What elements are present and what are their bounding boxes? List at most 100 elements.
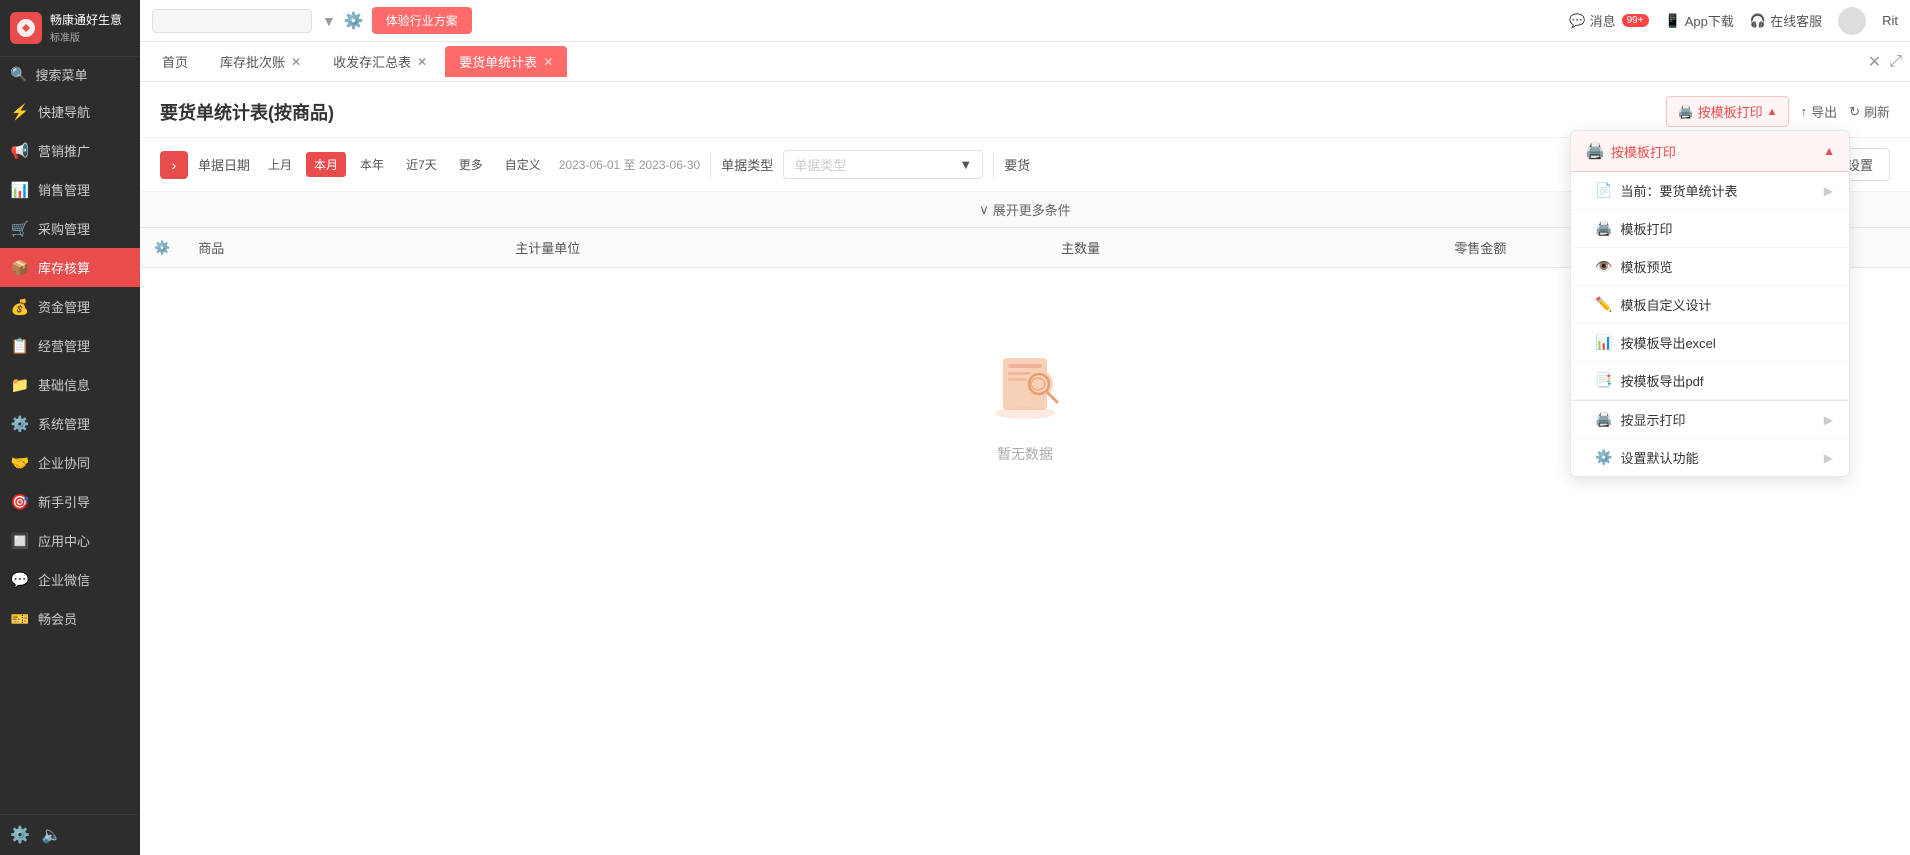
tab-home-label: 首页 — [162, 52, 188, 71]
set-default-chevron-icon: ▶ — [1824, 451, 1833, 465]
date-btn-7days[interactable]: 近7天 — [398, 152, 445, 177]
date-btn-more[interactable]: 更多 — [451, 152, 491, 177]
sidebar-search-label: 搜索菜单 — [35, 65, 87, 84]
sidebar-search[interactable]: 🔍 搜索菜单 — [0, 57, 140, 92]
dropdown-export-excel[interactable]: 📊 按模板导出excel — [1571, 324, 1849, 362]
enterprise-icon: 🤝 — [10, 454, 30, 472]
sidebar-item-system[interactable]: ⚙️ 系统管理 — [0, 404, 140, 443]
sidebar-nav: ⚡ 快捷导航 📢 营销推广 📊 销售管理 🛒 采购管理 📦 库存核算 💰 资金管… — [0, 92, 140, 814]
refresh-btn[interactable]: ↻ 刷新 — [1849, 102, 1890, 121]
sidebar-item-label: 系统管理 — [38, 414, 90, 433]
sidebar-item-guide[interactable]: 🎯 新手引导 — [0, 482, 140, 521]
tab-inventory-batch-close[interactable]: ✕ — [291, 55, 301, 69]
user-avatar[interactable] — [1838, 7, 1866, 35]
template-print-btn[interactable]: 🖨️ 按模板打印 ▲ — [1666, 96, 1788, 127]
dropdown-template-design[interactable]: ✏️ 模板自定义设计 — [1571, 286, 1849, 324]
date-btn-this-year[interactable]: 本年 — [352, 152, 392, 177]
system-icon: ⚙️ — [10, 415, 30, 433]
date-btn-custom[interactable]: 自定义 — [497, 152, 549, 177]
dropdown-display-print[interactable]: 🖨️ 按显示打印 ▶ — [1571, 401, 1849, 439]
date-group: 上月 本月 本年 近7天 更多 自定义 2023-06-01 至 2023-06… — [260, 152, 700, 177]
print-dropdown-title: 按模板打印 — [1611, 142, 1676, 161]
yaohuodan-label: 要货 — [1004, 155, 1030, 174]
sidebar-item-purchase[interactable]: 🛒 采购管理 — [0, 209, 140, 248]
sidebar-item-label: 采购管理 — [38, 219, 90, 238]
message-item[interactable]: 💬 消息 99+ — [1569, 11, 1648, 30]
settings-bottom-icon[interactable]: ⚙️ — [10, 825, 30, 845]
sidebar: 畅康通好生意 标准版 🔍 搜索菜单 ⚡ 快捷导航 📢 营销推广 📊 销售管理 🛒… — [0, 0, 140, 855]
col-settings-icon[interactable]: ⚙️ — [154, 240, 170, 255]
app-version: 标准版 — [50, 29, 122, 44]
sound-bottom-icon[interactable]: 🔈 — [42, 825, 62, 845]
sidebar-item-label: 快捷导航 — [38, 102, 90, 121]
topbar-search-input[interactable] — [152, 9, 312, 33]
template-design-label: 模板自定义设计 — [1620, 295, 1711, 314]
sidebar-logo: 畅康通好生意 标准版 — [0, 0, 140, 57]
sidebar-item-operations[interactable]: 📋 经营管理 — [0, 326, 140, 365]
maximize-icon[interactable]: ⤢ — [1889, 53, 1902, 71]
online-service-item[interactable]: 🎧 在线客服 — [1750, 11, 1822, 30]
date-btn-prev-month[interactable]: 上月 — [260, 152, 300, 177]
date-btn-this-month[interactable]: 本月 — [306, 152, 346, 177]
tab-receipt-summary[interactable]: 收发存汇总表 ✕ — [319, 46, 441, 77]
sidebar-item-label: 应用中心 — [38, 531, 90, 550]
quick-nav-icon: ⚡ — [10, 103, 30, 121]
chevron-right-icon: › — [172, 157, 177, 173]
page-title: 要货单统计表(按商品) — [160, 99, 334, 125]
divider2 — [993, 153, 994, 177]
sidebar-item-enterprise[interactable]: 🤝 企业协同 — [0, 443, 140, 482]
export-label: 导出 — [1811, 102, 1837, 121]
member-icon: 🎫 — [10, 610, 30, 628]
th-settings: ⚙️ — [140, 228, 184, 268]
trial-btn[interactable]: 体验行业方案 — [372, 7, 472, 34]
th-unit: 主计量单位 — [501, 228, 1047, 268]
sidebar-item-inventory[interactable]: 📦 库存核算 — [0, 248, 140, 287]
sidebar-item-wechat[interactable]: 💬 企业微信 — [0, 560, 140, 599]
sidebar-item-quick-nav[interactable]: ⚡ 快捷导航 — [0, 92, 140, 131]
topbar: ▼ ⚙️ 体验行业方案 💬 消息 99+ 📱 App下载 🎧 在线客服 Rit — [140, 0, 1910, 42]
marketing-icon: 📢 — [10, 142, 30, 160]
sidebar-item-sales[interactable]: 📊 销售管理 — [0, 170, 140, 209]
export-pdf-label: 按模板导出pdf — [1620, 371, 1703, 390]
dropdown-set-default[interactable]: ⚙️ 设置默认功能 ▶ — [1571, 439, 1849, 476]
sidebar-item-member[interactable]: 🎫 畅会员 — [0, 599, 140, 638]
tab-order-stats[interactable]: 要货单统计表 ✕ — [445, 46, 567, 77]
close-window-icon[interactable]: ✕ — [1868, 52, 1881, 72]
refresh-icon: ↻ — [1849, 104, 1860, 120]
print-dropdown-header[interactable]: 🖨️ 按模板打印 ▲ — [1571, 131, 1849, 172]
dropdown-export-pdf[interactable]: 📑 按模板导出pdf — [1571, 362, 1849, 400]
export-btn[interactable]: ↑ 导出 — [1801, 102, 1838, 121]
sidebar-item-apps[interactable]: 🔲 应用中心 — [0, 521, 140, 560]
sidebar-item-finance[interactable]: 💰 资金管理 — [0, 287, 140, 326]
bill-type-select[interactable]: 单据类型 ▼ — [783, 150, 983, 179]
page-content: 要货单统计表(按商品) 🖨️ 按模板打印 ▲ ↑ 导出 ↻ 刷新 — [140, 82, 1910, 855]
current-template-label: 当前：要货单统计表 — [1620, 181, 1737, 200]
filter-toggle-btn[interactable]: › — [160, 151, 188, 179]
th-product: 商品 — [184, 228, 501, 268]
expand-more-btn[interactable]: ∨ 展开更多条件 — [979, 200, 1071, 219]
sidebar-item-basic[interactable]: 📁 基础信息 — [0, 365, 140, 404]
headset-icon: 🎧 — [1750, 13, 1766, 29]
dropdown-current-template[interactable]: 📄 当前：要货单统计表 ▶ — [1571, 172, 1849, 210]
window-controls: ✕ ⤢ — [1868, 52, 1902, 72]
tab-receipt-summary-close[interactable]: ✕ — [417, 55, 427, 69]
display-print-icon: 🖨️ — [1595, 411, 1612, 428]
tab-home[interactable]: 首页 — [148, 46, 202, 77]
tab-inventory-batch[interactable]: 库存批次账 ✕ — [206, 46, 315, 77]
sidebar-item-label: 营销推广 — [38, 141, 90, 160]
sidebar-item-marketing[interactable]: 📢 营销推广 — [0, 131, 140, 170]
online-service-label: 在线客服 — [1770, 11, 1822, 30]
dropdown-template-preview[interactable]: 👁️ 模板预览 — [1571, 248, 1849, 286]
app-download-item[interactable]: 📱 App下载 — [1665, 11, 1734, 30]
tab-order-stats-close[interactable]: ✕ — [543, 55, 553, 69]
basic-icon: 📁 — [10, 376, 30, 394]
topbar-settings-icon[interactable]: ⚙️ — [344, 11, 364, 31]
chevron-up-icon: ▲ — [1767, 106, 1778, 118]
app-name: 畅康通好生意 — [50, 12, 122, 29]
app-logo-icon — [10, 12, 42, 44]
current-template-chevron-icon: ▶ — [1824, 184, 1833, 198]
export-pdf-icon: 📑 — [1595, 372, 1612, 389]
purchase-icon: 🛒 — [10, 220, 30, 238]
dropdown-template-print[interactable]: 🖨️ 模板打印 — [1571, 210, 1849, 248]
template-preview-icon: 👁️ — [1595, 258, 1612, 275]
